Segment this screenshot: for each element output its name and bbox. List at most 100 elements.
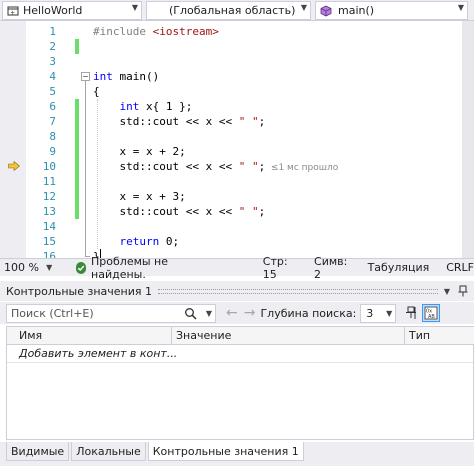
collapse-icon[interactable]: − [81, 72, 90, 81]
watch-toolbar: Поиск (Ctrl+E) ▼ ← → Глубина поиска: 3 ▼… [0, 302, 474, 324]
line-number: 8 [49, 130, 56, 143]
column-value-label: Значение [176, 329, 232, 342]
line-number: 15 [42, 235, 56, 248]
code-text: return 0; [119, 235, 180, 248]
tab-autos-label: Видимые [11, 445, 65, 458]
dropdown-arrow-icon[interactable]: ▼ [444, 287, 450, 296]
line-number: 14 [42, 220, 56, 233]
column-header-name[interactable]: Имя [7, 327, 172, 345]
editor-status-bar: 100 % ▼ Проблемы не найдены. Стр: 15 Сим… [0, 255, 474, 281]
line-number: 5 [49, 85, 56, 98]
code-line[interactable]: 1 #include <iostream> [0, 24, 474, 39]
code-line[interactable]: 7 std::cout << x << " "; [0, 114, 474, 129]
code-line[interactable]: 13 std::cout << x << " "; [0, 204, 474, 219]
issues-status[interactable]: Проблемы не найдены. [91, 255, 201, 281]
saved-change-marker [75, 174, 79, 189]
search-box[interactable]: Поиск (Ctrl+E) ▼ [6, 303, 216, 323]
code-text: #include <iostream> [93, 25, 219, 38]
code-line[interactable]: 8 [0, 129, 474, 144]
tab-locals-label: Локальные [76, 445, 141, 458]
add-watch-item-placeholder[interactable]: Добавить элемент в конт... [19, 347, 177, 360]
hex-display-icon[interactable]: 0x AB [422, 304, 441, 322]
search-options-chevron-icon[interactable]: ▼ [206, 309, 212, 318]
code-line[interactable]: 10 std::cout << x << " "; ≤1 мс прошло [0, 159, 474, 174]
perf-tip[interactable]: ≤1 мс прошло [265, 163, 338, 173]
scope-dropdown[interactable]: (Глобальная область) ▼ [146, 1, 311, 20]
code-line[interactable]: 6 int x{ 1 }; [0, 99, 474, 114]
tab-autos[interactable]: Видимые [6, 442, 70, 461]
line-number: 10 [42, 160, 56, 173]
zoom-dropdown[interactable]: 100 % ▼ [4, 260, 54, 276]
code-line[interactable]: 4 int main() [0, 69, 474, 84]
column-name-label: Имя [19, 329, 43, 342]
code-text: std::cout << x << " "; [93, 205, 266, 218]
depth-value: 3 [366, 306, 374, 320]
cpp-project-icon: + [5, 5, 21, 17]
code-line[interactable]: 2 [0, 39, 474, 54]
code-text: int main() [93, 70, 160, 83]
code-line[interactable]: 15 return 0; [0, 234, 474, 249]
code-text: { [93, 85, 100, 98]
column-header-value[interactable]: Значение [172, 327, 405, 345]
indent-guide [97, 99, 98, 249]
code-line[interactable]: 9 x = x + 2; [0, 144, 474, 159]
depth-dropdown[interactable]: 3 ▼ [360, 303, 397, 323]
project-dropdown[interactable]: + HelloWorld ▼ [2, 1, 142, 20]
saved-change-marker [75, 204, 79, 219]
pin-column-icon[interactable] [404, 306, 418, 320]
chevron-down-icon: ▼ [386, 308, 393, 318]
line-number: 9 [49, 145, 56, 158]
line-number: 1 [49, 25, 56, 38]
tab-watch-1[interactable]: Контрольные значения 1 [147, 442, 304, 461]
watch-grid[interactable]: Имя Значение Тип Добавить элемент в конт… [6, 326, 474, 440]
saved-change-marker [75, 114, 79, 129]
code-line[interactable]: 14 [0, 219, 474, 234]
outline-guide [85, 81, 86, 257]
watch-panel-title-bar: Контрольные значения 1 ▼ [0, 281, 474, 301]
indent-mode[interactable]: Табуляция [368, 261, 430, 274]
column-header-type[interactable]: Тип [405, 327, 474, 345]
tab-watch-1-label: Контрольные значения 1 [152, 445, 299, 458]
function-cube-icon [318, 5, 334, 17]
column-indicator[interactable]: Симв: 2 [314, 255, 350, 281]
saved-change-marker [75, 189, 79, 204]
search-icon [184, 307, 197, 323]
watch-panel-title: Контрольные значения 1 [6, 284, 153, 298]
back-arrow-icon[interactable]: ← [226, 305, 238, 321]
line-number: 2 [49, 40, 56, 53]
chevron-down-icon: ▼ [457, 3, 464, 12]
code-line[interactable]: 11 [0, 174, 474, 189]
saved-change-marker [75, 129, 79, 144]
saved-change-marker [75, 159, 79, 174]
code-line[interactable]: 16} [0, 249, 474, 258]
function-name: main() [338, 4, 375, 17]
code-line[interactable]: 12 x = x + 3; [0, 189, 474, 204]
column-type-label: Тип [409, 329, 431, 342]
code-editor[interactable]: 1 #include <iostream> 2 3 4 int main() 5{6 int… [0, 21, 474, 258]
function-dropdown[interactable]: main() ▼ [315, 1, 468, 20]
code-text: x = x + 2; [93, 145, 186, 158]
watch-title-fill [158, 288, 438, 294]
tab-locals[interactable]: Локальные [71, 442, 146, 461]
forward-arrow-icon[interactable]: → [244, 305, 256, 321]
vertical-scrollbar[interactable] [462, 21, 474, 258]
debug-window-tabs: Видимые Локальные Контрольные значения 1 [0, 442, 474, 466]
code-line[interactable]: 5{ [0, 84, 474, 99]
search-input[interactable]: Поиск (Ctrl+E) [11, 307, 94, 320]
line-number: 3 [49, 55, 56, 68]
code-line[interactable]: 3 [0, 54, 474, 69]
line-endings[interactable]: CRLF [446, 261, 474, 274]
chevron-down-icon: ▼ [300, 3, 307, 12]
zoom-level: 100 % [4, 261, 39, 274]
line-indicator[interactable]: Стр: 15 [263, 255, 297, 281]
svg-text:+: + [10, 9, 15, 16]
code-text: x = x + 3; [93, 190, 186, 203]
outline-guide-end [85, 256, 90, 257]
chevron-down-icon: ▼ [131, 3, 138, 12]
saved-change-marker [75, 99, 79, 114]
scope-name: (Глобальная область) [169, 4, 296, 17]
line-number: 4 [49, 70, 56, 83]
add-watch-row[interactable]: Добавить элемент в конт... [7, 345, 473, 363]
pin-icon[interactable] [458, 285, 468, 297]
line-number: 16 [42, 250, 56, 258]
